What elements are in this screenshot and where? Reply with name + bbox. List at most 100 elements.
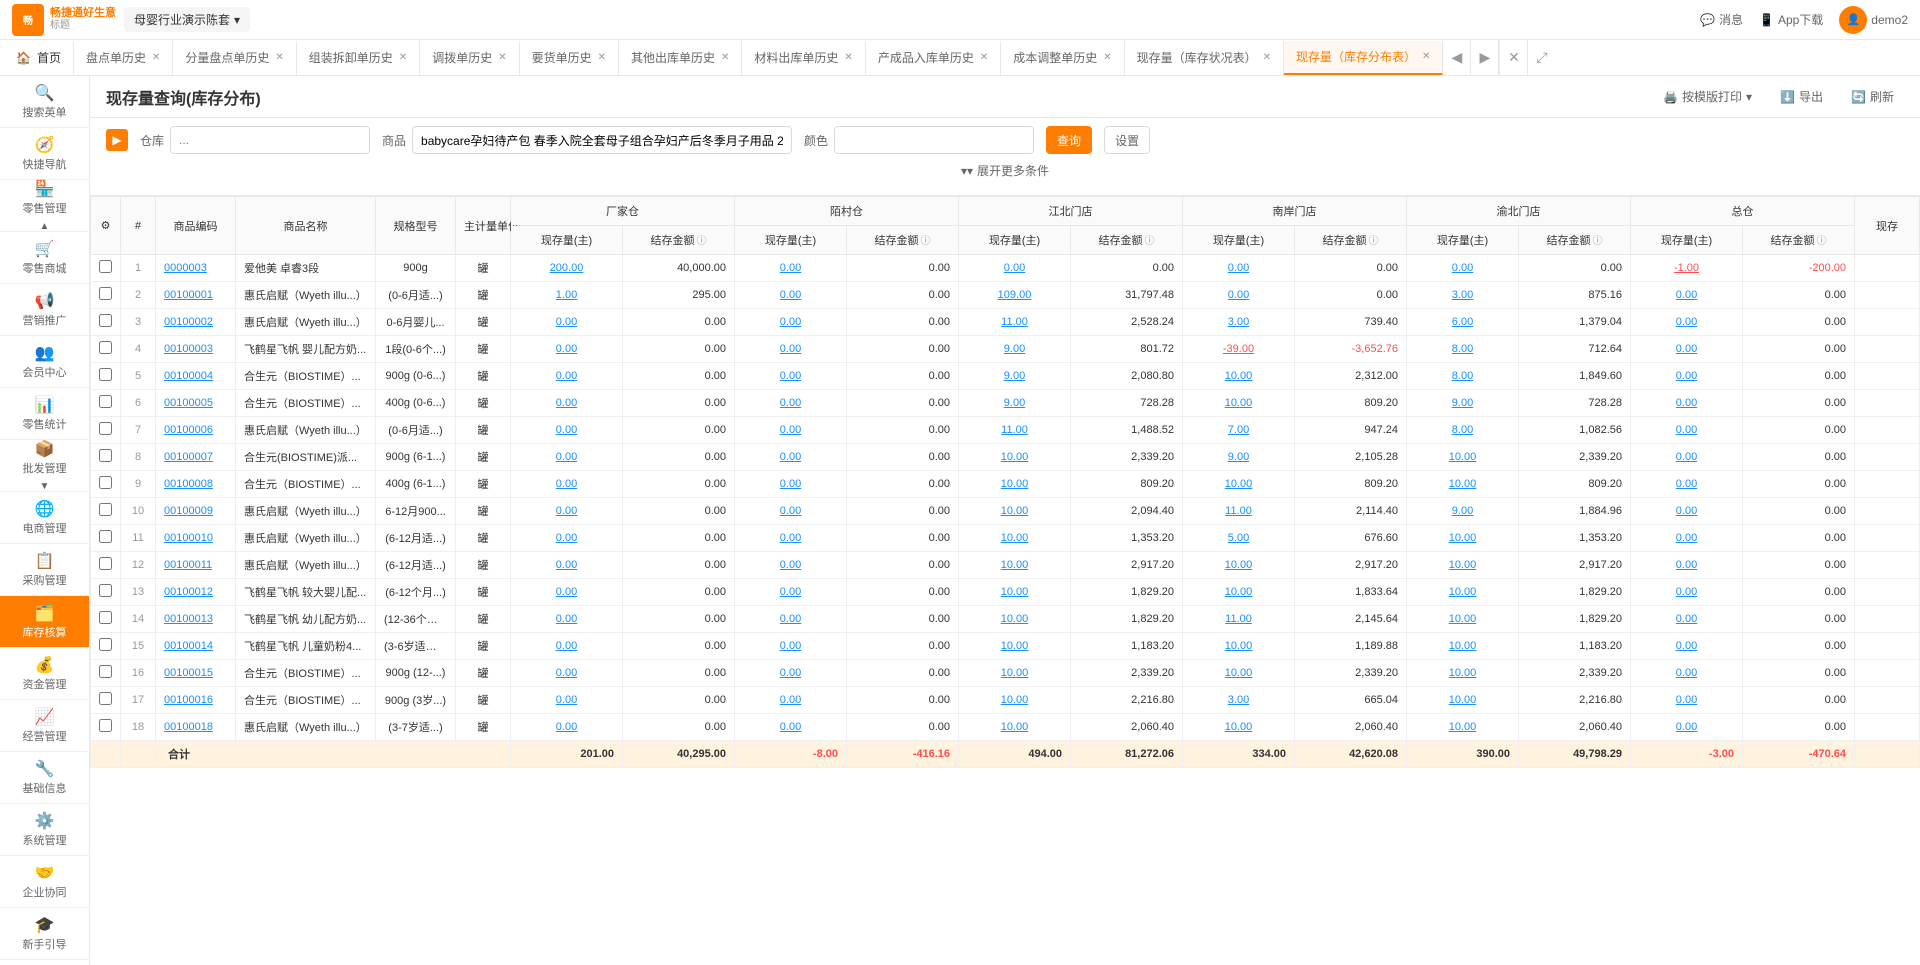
td-jiangbei-stock[interactable]: 11.00 — [959, 417, 1071, 444]
td-checkbox[interactable] — [91, 282, 121, 309]
td-nanan-stock[interactable]: 11.00 — [1183, 606, 1295, 633]
td-checkbox[interactable] — [91, 687, 121, 714]
td-yubei-stock[interactable]: 8.00 — [1407, 417, 1519, 444]
td-yubei-stock[interactable]: 10.00 — [1407, 471, 1519, 498]
td-checkbox[interactable] — [91, 660, 121, 687]
tab-close-icon[interactable]: ✕ — [152, 52, 160, 63]
tab-product-in[interactable]: 产成品入库单历史 ✕ — [866, 41, 1001, 75]
td-nanan-stock[interactable]: 10.00 — [1183, 579, 1295, 606]
app-download-btn[interactable]: 📱 App下载 — [1759, 11, 1823, 28]
td-nanan-stock[interactable]: 10.00 — [1183, 390, 1295, 417]
td-checkbox[interactable] — [91, 606, 121, 633]
td-jiangbei-stock[interactable]: 10.00 — [959, 444, 1071, 471]
tab-close-icon[interactable]: ✕ — [721, 52, 729, 63]
td-checkbox[interactable] — [91, 390, 121, 417]
td-factory-stock[interactable]: 0.00 — [511, 714, 623, 741]
td-code[interactable]: 00100006 — [156, 417, 236, 444]
td-nanan-stock[interactable]: 10.00 — [1183, 633, 1295, 660]
td-factory-stock[interactable]: 0.00 — [511, 417, 623, 444]
td-jiangbei-stock[interactable]: 9.00 — [959, 390, 1071, 417]
td-yubei-stock[interactable]: 9.00 — [1407, 498, 1519, 525]
sidebar-item-enterprise[interactable]: 🤝 企业协同 — [0, 856, 89, 908]
td-yubei-stock[interactable]: 0.00 — [1407, 255, 1519, 282]
td-yubei-stock[interactable]: 3.00 — [1407, 282, 1519, 309]
td-mucun-stock[interactable]: 0.00 — [735, 471, 847, 498]
td-factory-stock[interactable]: 0.00 — [511, 498, 623, 525]
td-mucun-stock[interactable]: 0.00 — [735, 525, 847, 552]
tab-requisition[interactable]: 要货单历史 ✕ — [520, 41, 619, 75]
expand-btn[interactable]: ▾▾ 展开更多条件 — [953, 158, 1057, 183]
td-jiangbei-stock[interactable]: 10.00 — [959, 552, 1071, 579]
td-checkbox[interactable] — [91, 417, 121, 444]
tab-assembly[interactable]: 组装拆卸单历史 ✕ — [297, 41, 420, 75]
td-mucun-stock[interactable]: 0.00 — [735, 552, 847, 579]
sidebar-item-wholesale[interactable]: 📦 批发管理 ▼ — [0, 440, 89, 492]
td-total-stock[interactable]: 0.00 — [1631, 606, 1743, 633]
sidebar-item-member[interactable]: 👥 会员中心 — [0, 336, 89, 388]
tab-inventory-sub[interactable]: 分量盘点单历史 ✕ — [173, 41, 296, 75]
tab-close-icon[interactable]: ✕ — [399, 52, 407, 63]
td-factory-stock[interactable]: 200.00 — [511, 255, 623, 282]
td-checkbox[interactable] — [91, 309, 121, 336]
td-code[interactable]: 00100012 — [156, 579, 236, 606]
td-nanan-stock[interactable]: 0.00 — [1183, 255, 1295, 282]
sidebar-item-guide[interactable]: 🎓 新手引导 — [0, 908, 89, 960]
td-code[interactable]: 00100004 — [156, 363, 236, 390]
td-factory-stock[interactable]: 0.00 — [511, 390, 623, 417]
sidebar-item-finance[interactable]: 💰 资金管理 — [0, 648, 89, 700]
tab-home[interactable]: 🏠 首页 — [4, 41, 74, 75]
td-code[interactable]: 00100008 — [156, 471, 236, 498]
td-jiangbei-stock[interactable]: 11.00 — [959, 309, 1071, 336]
td-code[interactable]: 00100003 — [156, 336, 236, 363]
td-jiangbei-stock[interactable]: 109.00 — [959, 282, 1071, 309]
td-mucun-stock[interactable]: 0.00 — [735, 633, 847, 660]
tab-next-btn[interactable]: ▶ — [1471, 40, 1499, 76]
td-yubei-stock[interactable]: 10.00 — [1407, 579, 1519, 606]
td-yubei-stock[interactable]: 6.00 — [1407, 309, 1519, 336]
sidebar-item-purchase[interactable]: 📋 采购管理 — [0, 544, 89, 596]
tab-close-icon[interactable]: ✕ — [1422, 51, 1430, 62]
td-code[interactable]: 00100016 — [156, 687, 236, 714]
sidebar-item-retail-stat[interactable]: 📊 零售统计 — [0, 388, 89, 440]
td-nanan-stock[interactable]: 7.00 — [1183, 417, 1295, 444]
td-jiangbei-stock[interactable]: 10.00 — [959, 579, 1071, 606]
td-checkbox[interactable] — [91, 525, 121, 552]
tab-other-out[interactable]: 其他出库单历史 ✕ — [619, 41, 742, 75]
tab-close-icon[interactable]: ✕ — [275, 52, 283, 63]
td-jiangbei-stock[interactable]: 10.00 — [959, 606, 1071, 633]
warehouse-input[interactable] — [170, 126, 370, 154]
tab-close-icon[interactable]: ✕ — [598, 52, 606, 63]
td-jiangbei-stock[interactable]: 0.00 — [959, 255, 1071, 282]
td-code[interactable]: 00100018 — [156, 714, 236, 741]
td-nanan-stock[interactable]: 10.00 — [1183, 714, 1295, 741]
td-code[interactable]: 00100002 — [156, 309, 236, 336]
td-yubei-stock[interactable]: 10.00 — [1407, 444, 1519, 471]
td-yubei-stock[interactable]: 10.00 — [1407, 525, 1519, 552]
td-checkbox[interactable] — [91, 363, 121, 390]
td-code[interactable]: 0000003 — [156, 255, 236, 282]
td-total-stock[interactable]: 0.00 — [1631, 633, 1743, 660]
td-nanan-stock[interactable]: 0.00 — [1183, 282, 1295, 309]
td-nanan-stock[interactable]: 10.00 — [1183, 363, 1295, 390]
td-mucun-stock[interactable]: 0.00 — [735, 687, 847, 714]
td-total-stock[interactable]: 0.00 — [1631, 660, 1743, 687]
td-yubei-stock[interactable]: 8.00 — [1407, 336, 1519, 363]
td-mucun-stock[interactable]: 0.00 — [735, 336, 847, 363]
td-mucun-stock[interactable]: 0.00 — [735, 606, 847, 633]
td-nanan-stock[interactable]: 9.00 — [1183, 444, 1295, 471]
td-total-stock[interactable]: 0.00 — [1631, 444, 1743, 471]
message-btn[interactable]: 💬 消息 — [1700, 11, 1743, 28]
tab-close-icon[interactable]: ✕ — [1103, 52, 1111, 63]
td-mucun-stock[interactable]: 0.00 — [735, 390, 847, 417]
td-total-stock[interactable]: 0.00 — [1631, 417, 1743, 444]
tab-close-icon[interactable]: ✕ — [844, 52, 852, 63]
td-checkbox[interactable] — [91, 633, 121, 660]
user-profile[interactable]: 👤 demo2 — [1839, 6, 1908, 34]
td-mucun-stock[interactable]: 0.00 — [735, 660, 847, 687]
td-yubei-stock[interactable]: 10.00 — [1407, 606, 1519, 633]
tab-close-icon[interactable]: ✕ — [1263, 52, 1271, 63]
sidebar-item-appstore[interactable]: 📱 应用中心 — [0, 960, 89, 965]
td-checkbox[interactable] — [91, 336, 121, 363]
td-code[interactable]: 00100014 — [156, 633, 236, 660]
sidebar-item-retail-shop[interactable]: 🛒 零售商城 — [0, 232, 89, 284]
